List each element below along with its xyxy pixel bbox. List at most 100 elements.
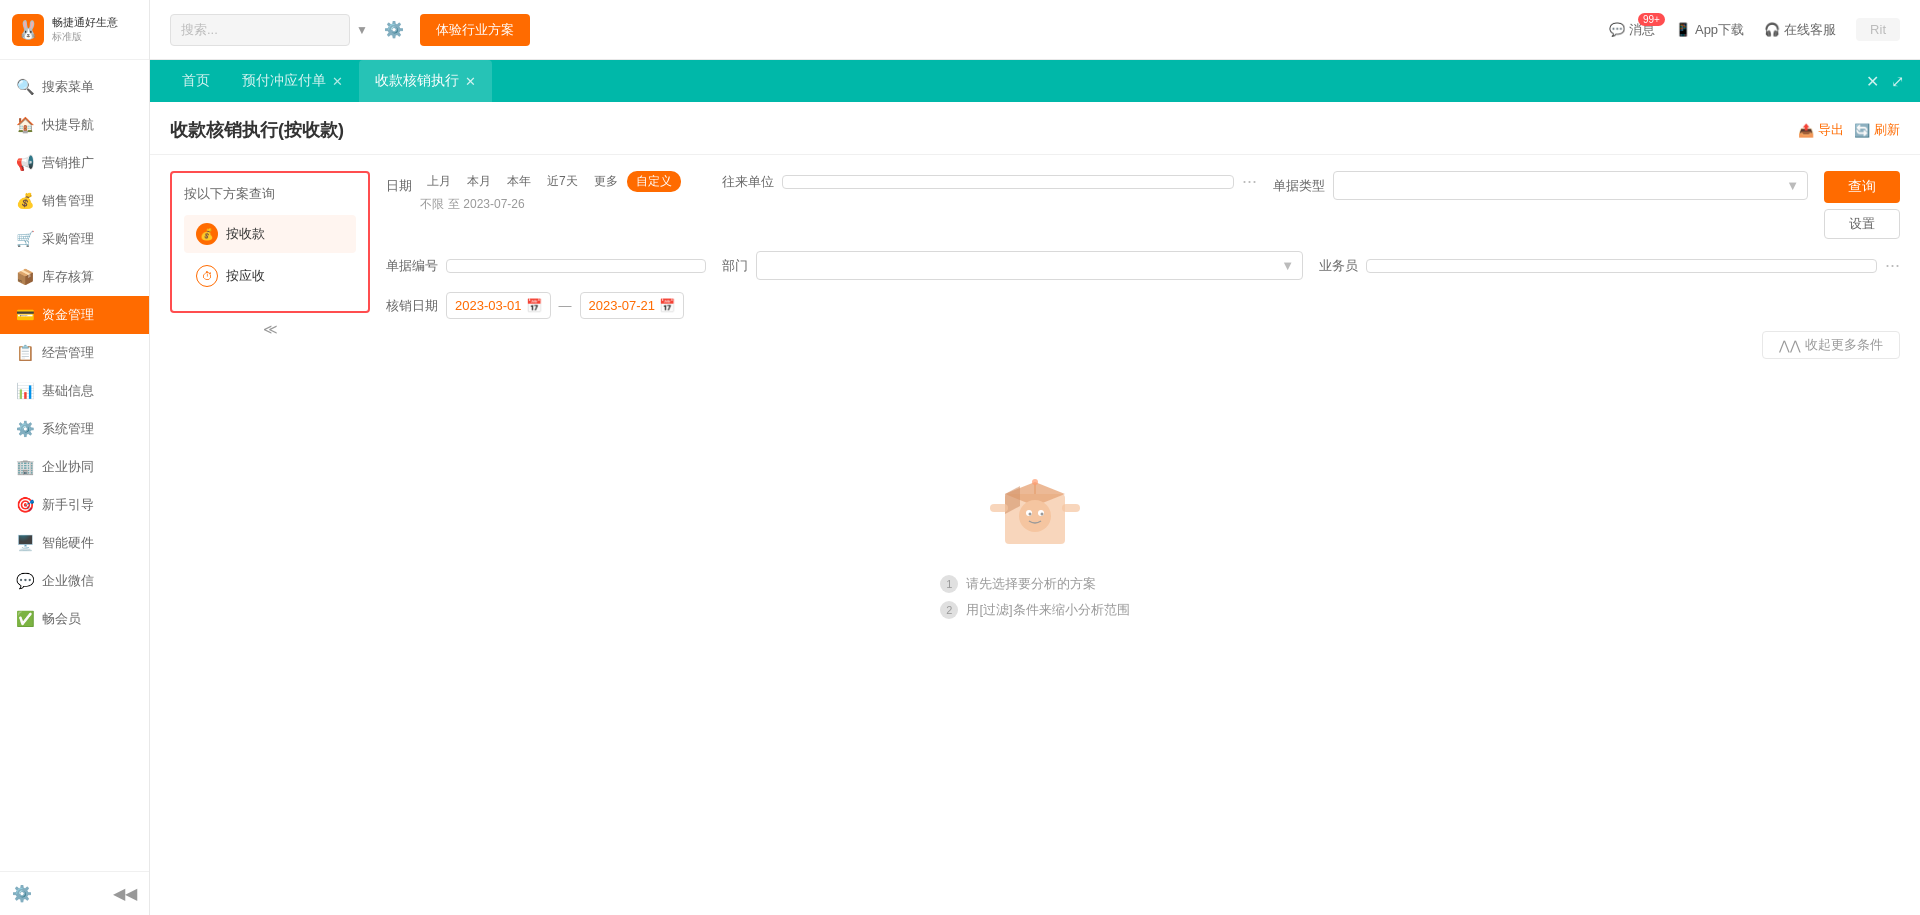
filter-sidebar: 按以下方案查询 💰 按收款 ⏱ 按应收 ≪ <box>170 171 370 363</box>
app-name: 畅捷通好生意 <box>52 15 118 30</box>
verify-date-to-input[interactable]: 2023-07-21 📅 <box>580 292 685 319</box>
date-btn-more[interactable]: 更多 <box>587 171 625 192</box>
sidebar-item-member[interactable]: ✅ 畅会员 <box>0 600 149 638</box>
filter-option-receivable-label: 按应收 <box>226 267 265 285</box>
sidebar-item-basic[interactable]: 📊 基础信息 <box>0 372 149 410</box>
step-2-num: 2 <box>940 601 958 619</box>
sidebar-item-quick-nav[interactable]: 🏠 快捷导航 <box>0 106 149 144</box>
collapse-more-btn[interactable]: ⋀⋀ 收起更多条件 <box>1762 331 1900 359</box>
query-button[interactable]: 查询 <box>1824 171 1900 203</box>
date-btn-this-year[interactable]: 本年 <box>500 171 538 192</box>
tab-home-label: 首页 <box>182 72 210 90</box>
empty-illustration <box>975 459 1095 559</box>
svg-point-9 <box>1032 479 1038 485</box>
dept-label: 部门 <box>722 257 748 275</box>
staff-input[interactable] <box>1366 259 1877 273</box>
refresh-button[interactable]: 🔄 刷新 <box>1854 121 1900 139</box>
date-btn-last-month[interactable]: 上月 <box>420 171 458 192</box>
docno-input[interactable] <box>446 259 706 273</box>
app-download-button[interactable]: 📱 App下载 <box>1675 21 1744 39</box>
settings-icon[interactable]: ⚙️ <box>384 20 404 39</box>
svg-rect-10 <box>990 504 1008 512</box>
svg-point-3 <box>1019 500 1051 532</box>
tab-receipt-close[interactable]: ✕ <box>465 74 476 89</box>
sidebar-label-hardware: 智能硬件 <box>42 534 94 552</box>
filter-sidebar-inner: 按以下方案查询 💰 按收款 ⏱ 按应收 <box>170 171 370 313</box>
topbar: 搜索... ▼ ⚙️ 体验行业方案 💬 消息 99+ 📱 App下载 🎧 在线客… <box>150 0 1920 60</box>
verify-date-from-value: 2023-03-01 <box>455 298 522 313</box>
topbar-search-display: 搜索... <box>170 14 350 46</box>
solution-button[interactable]: 体验行业方案 <box>420 14 530 46</box>
user-menu[interactable]: Rit <box>1856 18 1900 41</box>
settings-bottom-icon[interactable]: ⚙️ <box>12 884 32 903</box>
tab-prepay[interactable]: 预付冲应付单 ✕ <box>226 60 359 102</box>
calendar-from-icon: 📅 <box>526 298 542 313</box>
sidebar-item-inventory[interactable]: 📦 库存核算 <box>0 258 149 296</box>
message-button[interactable]: 💬 消息 99+ <box>1609 21 1655 39</box>
filter-sidebar-title: 按以下方案查询 <box>184 185 356 203</box>
date-to-label: 至 2023-07-26 <box>448 196 525 213</box>
page-actions: 📤 导出 🔄 刷新 <box>1798 121 1900 139</box>
dept-select[interactable]: ▼ <box>756 251 1303 280</box>
filter-option-by-receivable[interactable]: ⏱ 按应收 <box>184 257 356 295</box>
sidebar-item-wechat[interactable]: 💬 企业微信 <box>0 562 149 600</box>
marketing-icon: 📢 <box>16 154 34 172</box>
sidebar-label-marketing: 营销推广 <box>42 154 94 172</box>
refresh-label: 刷新 <box>1874 121 1900 139</box>
filter-option-receipt-label: 按收款 <box>226 225 265 243</box>
sidebar-label-operations: 经营管理 <box>42 344 94 362</box>
collapse-btn-label: 收起更多条件 <box>1805 336 1883 354</box>
collapse-sidebar-icon[interactable]: ◀◀ <box>113 884 137 903</box>
export-button[interactable]: 📤 导出 <box>1798 121 1844 139</box>
sidebar-item-hardware[interactable]: 🖥️ 智能硬件 <box>0 524 149 562</box>
tab-receipt[interactable]: 收款核销执行 ✕ <box>359 60 492 102</box>
sidebar-label-search: 搜索菜单 <box>42 78 94 96</box>
home-icon: 🏠 <box>16 116 34 134</box>
counterpart-field: 往来单位 ··· <box>722 171 1257 192</box>
sidebar-label-finance: 资金管理 <box>42 306 94 324</box>
staff-dots[interactable]: ··· <box>1885 255 1900 276</box>
chevron-left-icon: ≪ <box>263 321 278 337</box>
setting-button[interactable]: 设置 <box>1824 209 1900 239</box>
export-icon: 📤 <box>1798 123 1814 138</box>
sidebar-item-operations[interactable]: 📋 经营管理 <box>0 334 149 372</box>
close-tab-icon[interactable]: ✕ <box>1866 72 1879 91</box>
date-btn-this-month[interactable]: 本月 <box>460 171 498 192</box>
filter-area: 按以下方案查询 💰 按收款 ⏱ 按应收 ≪ <box>150 155 1920 379</box>
sidebar-item-enterprise[interactable]: 🏢 企业协同 <box>0 448 149 486</box>
svg-rect-11 <box>1062 504 1080 512</box>
sidebar-item-sales[interactable]: 💰 销售管理 <box>0 182 149 220</box>
filter-collapse-btn[interactable]: ≪ <box>170 317 370 341</box>
sidebar-item-finance[interactable]: 💳 资金管理 <box>0 296 149 334</box>
expand-icon[interactable]: ⤢ <box>1891 72 1904 91</box>
online-service-button[interactable]: 🎧 在线客服 <box>1764 21 1836 39</box>
refresh-icon: 🔄 <box>1854 123 1870 138</box>
sidebar-item-purchase[interactable]: 🛒 采购管理 <box>0 220 149 258</box>
tab-home[interactable]: 首页 <box>166 60 226 102</box>
date-separator: — <box>559 298 572 313</box>
tab-receipt-label: 收款核销执行 <box>375 72 459 90</box>
date-nolimit-row: 不限 至 2023-07-26 <box>420 196 681 213</box>
message-icon: 💬 <box>1609 22 1625 37</box>
date-btn-7days[interactable]: 近7天 <box>540 171 585 192</box>
sidebar-label-system: 系统管理 <box>42 420 94 438</box>
filter-option-by-receipt[interactable]: 💰 按收款 <box>184 215 356 253</box>
doctype-field: 单据类型 ▼ <box>1273 171 1808 200</box>
sidebar-label-member: 畅会员 <box>42 610 81 628</box>
doctype-select[interactable]: ▼ <box>1333 171 1808 200</box>
sidebar-label-guide: 新手引导 <box>42 496 94 514</box>
sidebar-item-search[interactable]: 🔍 搜索菜单 <box>0 68 149 106</box>
page-header: 收款核销执行(按收款) 📤 导出 🔄 刷新 <box>150 102 1920 155</box>
tab-prepay-close[interactable]: ✕ <box>332 74 343 89</box>
date-active-badge: 自定义 <box>627 171 681 192</box>
counterpart-dots[interactable]: ··· <box>1242 171 1257 192</box>
counterpart-input[interactable] <box>782 175 1234 189</box>
sidebar-item-system[interactable]: ⚙️ 系统管理 <box>0 410 149 448</box>
sidebar-item-marketing[interactable]: 📢 营销推广 <box>0 144 149 182</box>
sidebar-logo: 🐰 畅捷通好生意 标准版 <box>0 0 149 60</box>
logo-text: 畅捷通好生意 标准版 <box>52 15 118 44</box>
sidebar-item-guide[interactable]: 🎯 新手引导 <box>0 486 149 524</box>
chevron-down-icon[interactable]: ▼ <box>356 23 368 37</box>
export-label: 导出 <box>1818 121 1844 139</box>
verify-date-from-input[interactable]: 2023-03-01 📅 <box>446 292 551 319</box>
